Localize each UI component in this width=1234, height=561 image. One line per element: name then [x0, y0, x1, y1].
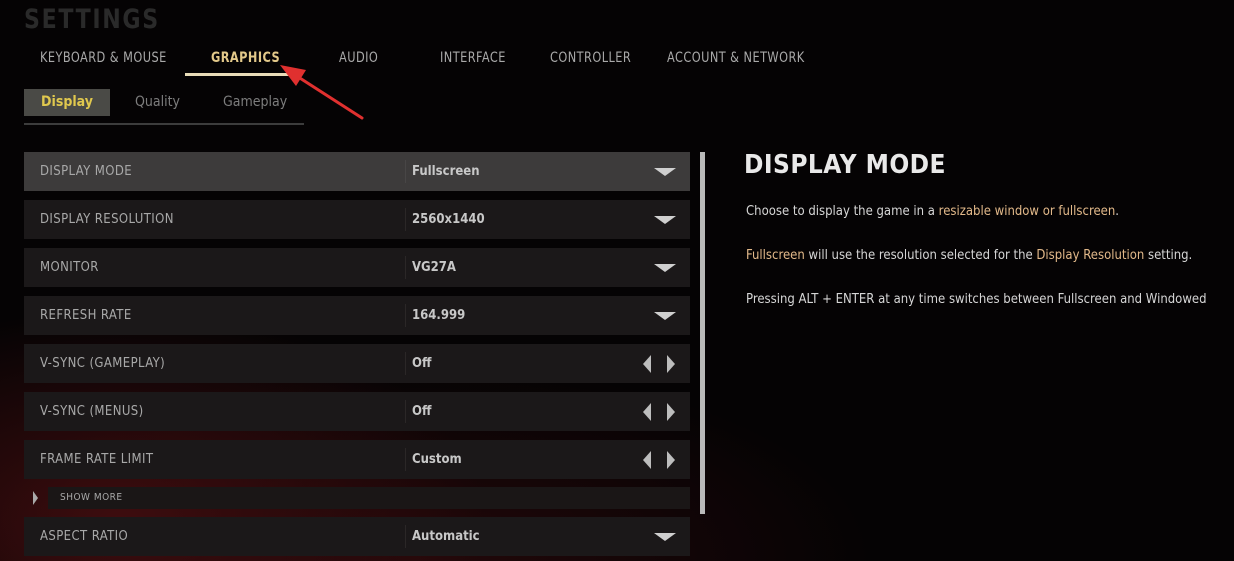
divider [405, 208, 406, 231]
divider [405, 256, 406, 279]
info-text: setting. [1144, 248, 1193, 263]
subtab-quality[interactable]: Quality [135, 89, 180, 116]
arrow-left-icon[interactable] [643, 355, 651, 373]
setting-row-display-resolution[interactable]: DISPLAY RESOLUTION 2560x1440 [24, 200, 690, 239]
divider [405, 448, 406, 471]
tab-graphics[interactable]: GRAPHICS [211, 50, 280, 66]
info-description-1: Choose to display the game in a resizabl… [746, 204, 1119, 219]
scrollbar[interactable] [700, 152, 705, 514]
setting-value: Fullscreen [412, 164, 480, 179]
setting-label: V-SYNC (GAMEPLAY) [40, 356, 166, 371]
setting-row-monitor[interactable]: MONITOR VG27A [24, 248, 690, 287]
setting-value: 2560x1440 [412, 212, 485, 227]
arrow-right-icon[interactable] [667, 451, 675, 469]
page-title: SETTINGS [24, 4, 160, 35]
show-more-bar [48, 487, 690, 509]
dropdown-icon[interactable] [654, 533, 676, 541]
info-highlight: resizable window or fullscreen [938, 204, 1116, 219]
setting-value: Automatic [412, 529, 480, 544]
info-title: DISPLAY MODE [744, 150, 946, 180]
setting-label: ASPECT RATIO [40, 529, 129, 544]
arrow-left-icon[interactable] [643, 403, 651, 421]
info-panel: DISPLAY MODE Choose to display the game … [744, 150, 1234, 307]
info-text: . [1115, 204, 1119, 219]
tab-keyboard-mouse[interactable]: KEYBOARD & MOUSE [40, 50, 167, 66]
divider [405, 525, 406, 548]
subtab-display[interactable]: Display [24, 89, 110, 116]
setting-value: 164.999 [412, 308, 466, 323]
divider [405, 160, 406, 183]
info-highlight: Fullscreen [746, 248, 805, 263]
setting-value: Off [412, 404, 432, 419]
tab-interface[interactable]: INTERFACE [440, 50, 506, 66]
info-highlight: Display Resolution [1036, 248, 1145, 263]
dropdown-icon[interactable] [654, 264, 676, 272]
dropdown-icon[interactable] [654, 312, 676, 320]
main-tabs: KEYBOARD & MOUSE GRAPHICS AUDIO INTERFAC… [0, 46, 900, 76]
setting-label: MONITOR [40, 260, 99, 275]
setting-label: V-SYNC (MENUS) [40, 404, 144, 419]
setting-label: DISPLAY MODE [40, 164, 133, 179]
setting-row-vsync-gameplay[interactable]: V-SYNC (GAMEPLAY) Off [24, 344, 690, 383]
setting-row-frame-rate-limit[interactable]: FRAME RATE LIMIT Custom [24, 440, 690, 479]
info-description-3: Pressing ALT + ENTER at any time switche… [746, 292, 1207, 307]
tab-controller[interactable]: CONTROLLER [550, 50, 631, 66]
sub-tabs: Display Quality Gameplay [24, 89, 304, 125]
setting-label: DISPLAY RESOLUTION [40, 212, 174, 227]
setting-row-vsync-menus[interactable]: V-SYNC (MENUS) Off [24, 392, 690, 431]
setting-value: Custom [412, 452, 462, 467]
show-more-button[interactable]: SHOW MORE [24, 487, 690, 509]
divider [405, 400, 406, 423]
info-text: Choose to display the game in a [746, 204, 939, 219]
setting-label: REFRESH RATE [40, 308, 132, 323]
dropdown-icon[interactable] [654, 168, 676, 176]
setting-value: VG27A [412, 260, 456, 275]
divider [405, 352, 406, 375]
arrow-left-icon[interactable] [643, 451, 651, 469]
chevron-right-icon [33, 491, 38, 505]
tab-audio[interactable]: AUDIO [339, 50, 378, 66]
active-tab-underline [185, 73, 297, 76]
tab-account-network[interactable]: ACCOUNT & NETWORK [667, 50, 805, 66]
setting-row-display-mode[interactable]: DISPLAY MODE Fullscreen [24, 152, 690, 191]
arrow-right-icon[interactable] [667, 403, 675, 421]
dropdown-icon[interactable] [654, 216, 676, 224]
divider [405, 304, 406, 327]
arrow-right-icon[interactable] [667, 355, 675, 373]
setting-label: FRAME RATE LIMIT [40, 452, 154, 467]
info-text: will use the resolution selected for the [804, 248, 1037, 263]
show-more-label: SHOW MORE [60, 492, 123, 503]
setting-row-refresh-rate[interactable]: REFRESH RATE 164.999 [24, 296, 690, 335]
setting-row-aspect-ratio[interactable]: ASPECT RATIO Automatic [24, 517, 690, 556]
setting-value: Off [412, 356, 432, 371]
subtab-gameplay[interactable]: Gameplay [223, 89, 287, 116]
info-description-2: Fullscreen will use the resolution selec… [746, 248, 1192, 263]
